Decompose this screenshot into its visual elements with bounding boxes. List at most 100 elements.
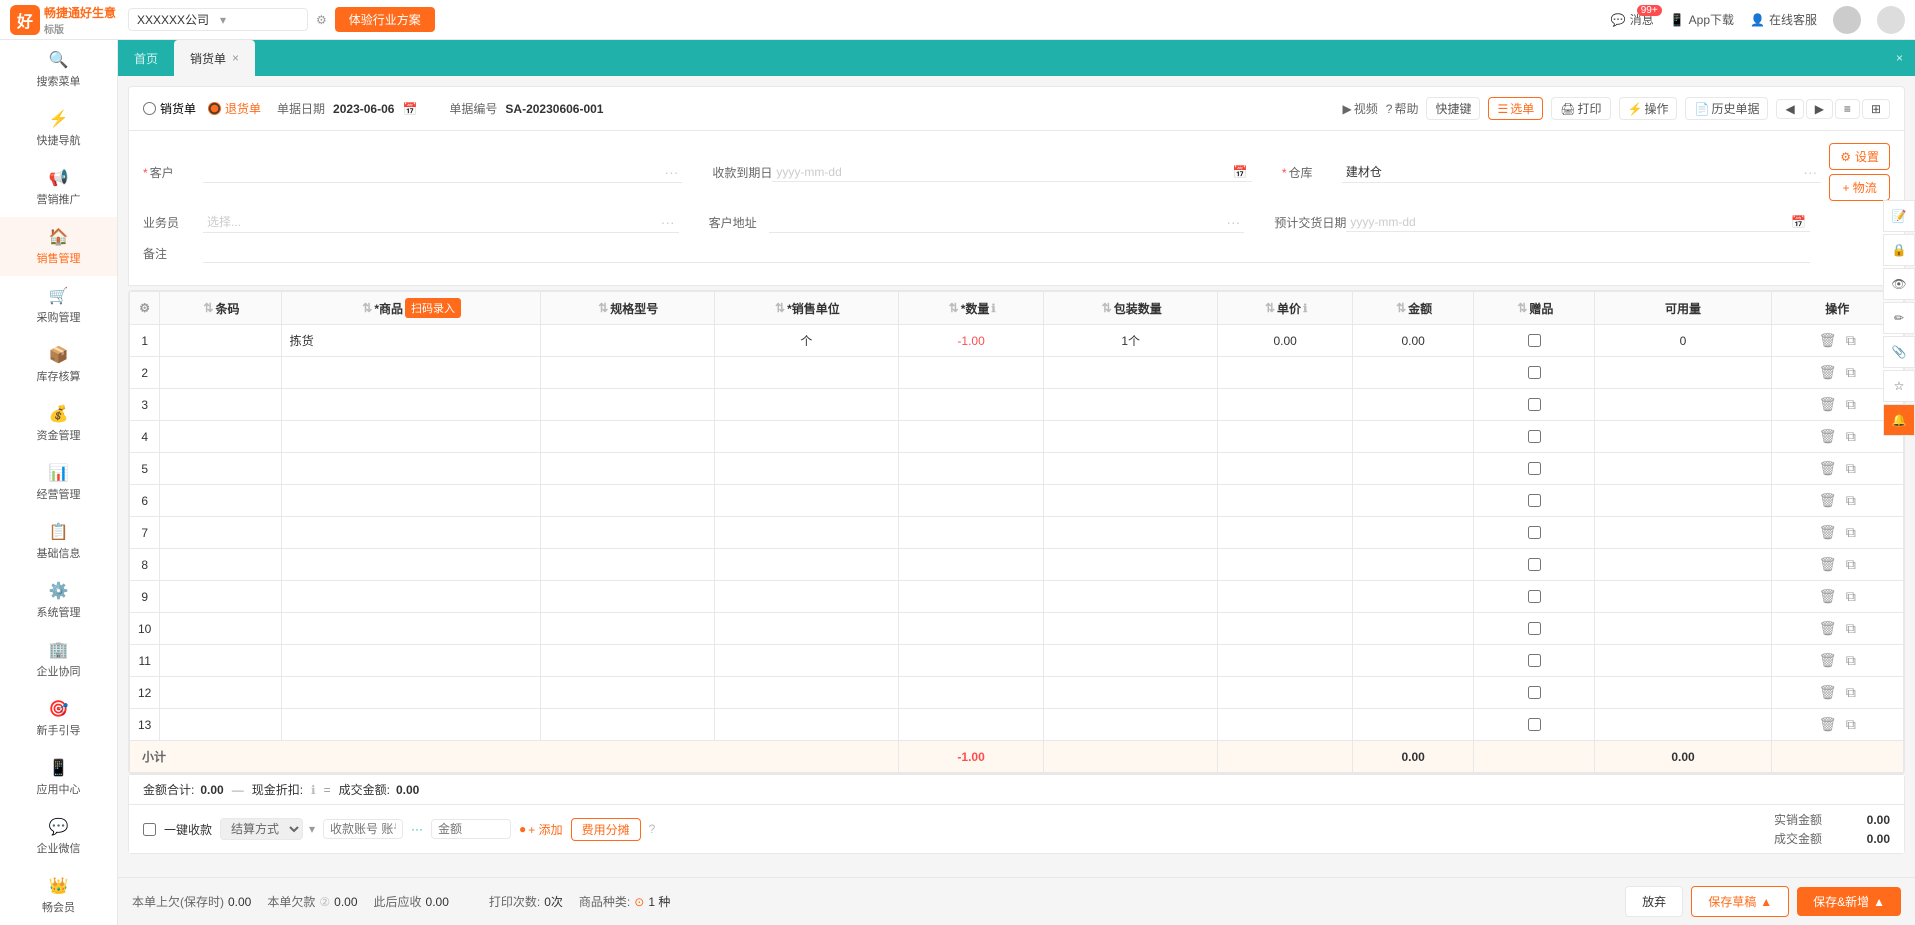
- cell-price-2[interactable]: [1218, 357, 1353, 389]
- row-delete-btn-4[interactable]: 🗑: [1816, 426, 1840, 447]
- row-copy-btn-7[interactable]: ⧉: [1843, 522, 1859, 543]
- cell-amount-8[interactable]: [1353, 549, 1474, 581]
- cell-spec-7[interactable]: [540, 517, 714, 549]
- cell-qty-5[interactable]: [899, 453, 1044, 485]
- row-copy-btn-2[interactable]: ⧉: [1843, 362, 1859, 383]
- cell-spec-3[interactable]: [540, 389, 714, 421]
- row-copy-btn-9[interactable]: ⧉: [1843, 586, 1859, 607]
- cell-unit-12[interactable]: [714, 677, 898, 709]
- sidebar-item-app-center[interactable]: 📱 应用中心: [0, 748, 117, 807]
- sidebar-item-guide[interactable]: 🎯 新手引导: [0, 689, 117, 748]
- cell-barcode-1[interactable]: [160, 325, 281, 357]
- customer-addr-input[interactable]: ···: [769, 212, 1245, 233]
- cell-price-4[interactable]: [1218, 421, 1353, 453]
- cell-unit-9[interactable]: [714, 581, 898, 613]
- row-delete-btn-10[interactable]: 🗑: [1816, 618, 1840, 639]
- cell-product-10[interactable]: [281, 613, 540, 645]
- select-btn[interactable]: ☰ 选单: [1488, 97, 1543, 120]
- cell-pkg-qty-10[interactable]: [1044, 613, 1218, 645]
- sort-icon-unit[interactable]: ⇅: [775, 301, 785, 315]
- cell-qty-6[interactable]: [899, 485, 1044, 517]
- cell-qty-11[interactable]: [899, 645, 1044, 677]
- cell-gift-3[interactable]: [1474, 389, 1595, 421]
- cell-product-3[interactable]: [281, 389, 540, 421]
- sidebar-item-quick-nav[interactable]: ⚡ 快捷导航: [0, 99, 117, 158]
- cell-gift-4[interactable]: [1474, 421, 1595, 453]
- cell-qty-10[interactable]: [899, 613, 1044, 645]
- app-download-btn[interactable]: 📱 App下载: [1670, 11, 1734, 28]
- cell-product-8[interactable]: [281, 549, 540, 581]
- cell-product-2[interactable]: [281, 357, 540, 389]
- cell-unit-11[interactable]: [714, 645, 898, 677]
- gift-checkbox-9[interactable]: [1528, 590, 1541, 603]
- cell-barcode-3[interactable]: [160, 389, 281, 421]
- cell-unit-6[interactable]: [714, 485, 898, 517]
- cell-barcode-12[interactable]: [160, 677, 281, 709]
- online-service-btn[interactable]: 👤 在线客服: [1750, 11, 1817, 28]
- abandon-button[interactable]: 放弃: [1625, 886, 1683, 917]
- cell-product-12[interactable]: [281, 677, 540, 709]
- cell-gift-9[interactable]: [1474, 581, 1595, 613]
- cell-pkg-qty-1[interactable]: 1个: [1044, 325, 1218, 357]
- cell-spec-2[interactable]: [540, 357, 714, 389]
- due-date-calendar-icon[interactable]: 📅: [1233, 165, 1248, 179]
- row-copy-btn-12[interactable]: ⧉: [1843, 682, 1859, 703]
- cell-spec-5[interactable]: [540, 453, 714, 485]
- cell-product-6[interactable]: [281, 485, 540, 517]
- cell-barcode-7[interactable]: [160, 517, 281, 549]
- row-copy-btn-8[interactable]: ⧉: [1843, 554, 1859, 575]
- row-copy-btn-4[interactable]: ⧉: [1843, 426, 1859, 447]
- cell-amount-10[interactable]: [1353, 613, 1474, 645]
- cell-gift-12[interactable]: [1474, 677, 1595, 709]
- row-delete-btn-9[interactable]: 🗑: [1816, 586, 1840, 607]
- row-delete-btn-5[interactable]: 🗑: [1816, 458, 1840, 479]
- gift-checkbox-13[interactable]: [1528, 718, 1541, 731]
- row-delete-btn-2[interactable]: 🗑: [1816, 362, 1840, 383]
- due-date-input[interactable]: yyyy-mm-dd 📅: [772, 163, 1251, 182]
- operate-btn[interactable]: ⚡ 操作: [1619, 97, 1678, 120]
- cell-gift-7[interactable]: [1474, 517, 1595, 549]
- cell-pkg-qty-13[interactable]: [1044, 709, 1218, 741]
- cell-pkg-qty-12[interactable]: [1044, 677, 1218, 709]
- delivery-calendar-icon[interactable]: 📅: [1791, 215, 1806, 229]
- settings-btn[interactable]: ⚙ 设置: [1829, 143, 1890, 170]
- sidebar-item-operations[interactable]: 📊 经营管理: [0, 453, 117, 512]
- tab-close-icon[interactable]: ×: [232, 51, 239, 65]
- one-click-label[interactable]: 一键收款: [164, 821, 212, 838]
- row-copy-btn-13[interactable]: ⧉: [1843, 714, 1859, 735]
- radio-sale[interactable]: 销货单: [143, 100, 196, 117]
- cell-gift-8[interactable]: [1474, 549, 1595, 581]
- cell-unit-10[interactable]: [714, 613, 898, 645]
- float-edit-btn[interactable]: ✏: [1883, 302, 1915, 334]
- gift-checkbox-3[interactable]: [1528, 398, 1541, 411]
- cell-product-7[interactable]: [281, 517, 540, 549]
- cell-qty-4[interactable]: [899, 421, 1044, 453]
- settings-icon[interactable]: ⚙: [316, 13, 327, 27]
- cell-pkg-qty-8[interactable]: [1044, 549, 1218, 581]
- cell-product-5[interactable]: [281, 453, 540, 485]
- shortcut-btn[interactable]: 快捷键: [1426, 97, 1480, 120]
- cell-pkg-qty-4[interactable]: [1044, 421, 1218, 453]
- sidebar-item-weixin[interactable]: 💬 企业微信: [0, 807, 117, 866]
- price-info-icon[interactable]: ℹ: [1303, 302, 1307, 315]
- next-btn[interactable]: ▶: [1806, 99, 1833, 119]
- cell-gift-2[interactable]: [1474, 357, 1595, 389]
- sidebar-item-system[interactable]: ⚙️ 系统管理: [0, 571, 117, 630]
- video-link[interactable]: ▶ 视频: [1343, 100, 1378, 117]
- cell-amount-5[interactable]: [1353, 453, 1474, 485]
- radio-return[interactable]: 退货单: [208, 100, 261, 117]
- gift-checkbox-4[interactable]: [1528, 430, 1541, 443]
- float-lock-btn[interactable]: 🔒: [1883, 234, 1915, 266]
- cell-pkg-qty-6[interactable]: [1044, 485, 1218, 517]
- order-owe-help-icon[interactable]: ②: [319, 895, 330, 909]
- cell-amount-11[interactable]: [1353, 645, 1474, 677]
- cell-qty-7[interactable]: [899, 517, 1044, 549]
- cell-unit-4[interactable]: [714, 421, 898, 453]
- row-copy-btn-1[interactable]: ⧉: [1843, 330, 1859, 351]
- avatar[interactable]: [1833, 6, 1861, 34]
- cell-price-11[interactable]: [1218, 645, 1353, 677]
- scan-btn[interactable]: 扫码录入: [405, 298, 461, 318]
- cell-pkg-qty-3[interactable]: [1044, 389, 1218, 421]
- cell-product-11[interactable]: [281, 645, 540, 677]
- cell-amount-4[interactable]: [1353, 421, 1474, 453]
